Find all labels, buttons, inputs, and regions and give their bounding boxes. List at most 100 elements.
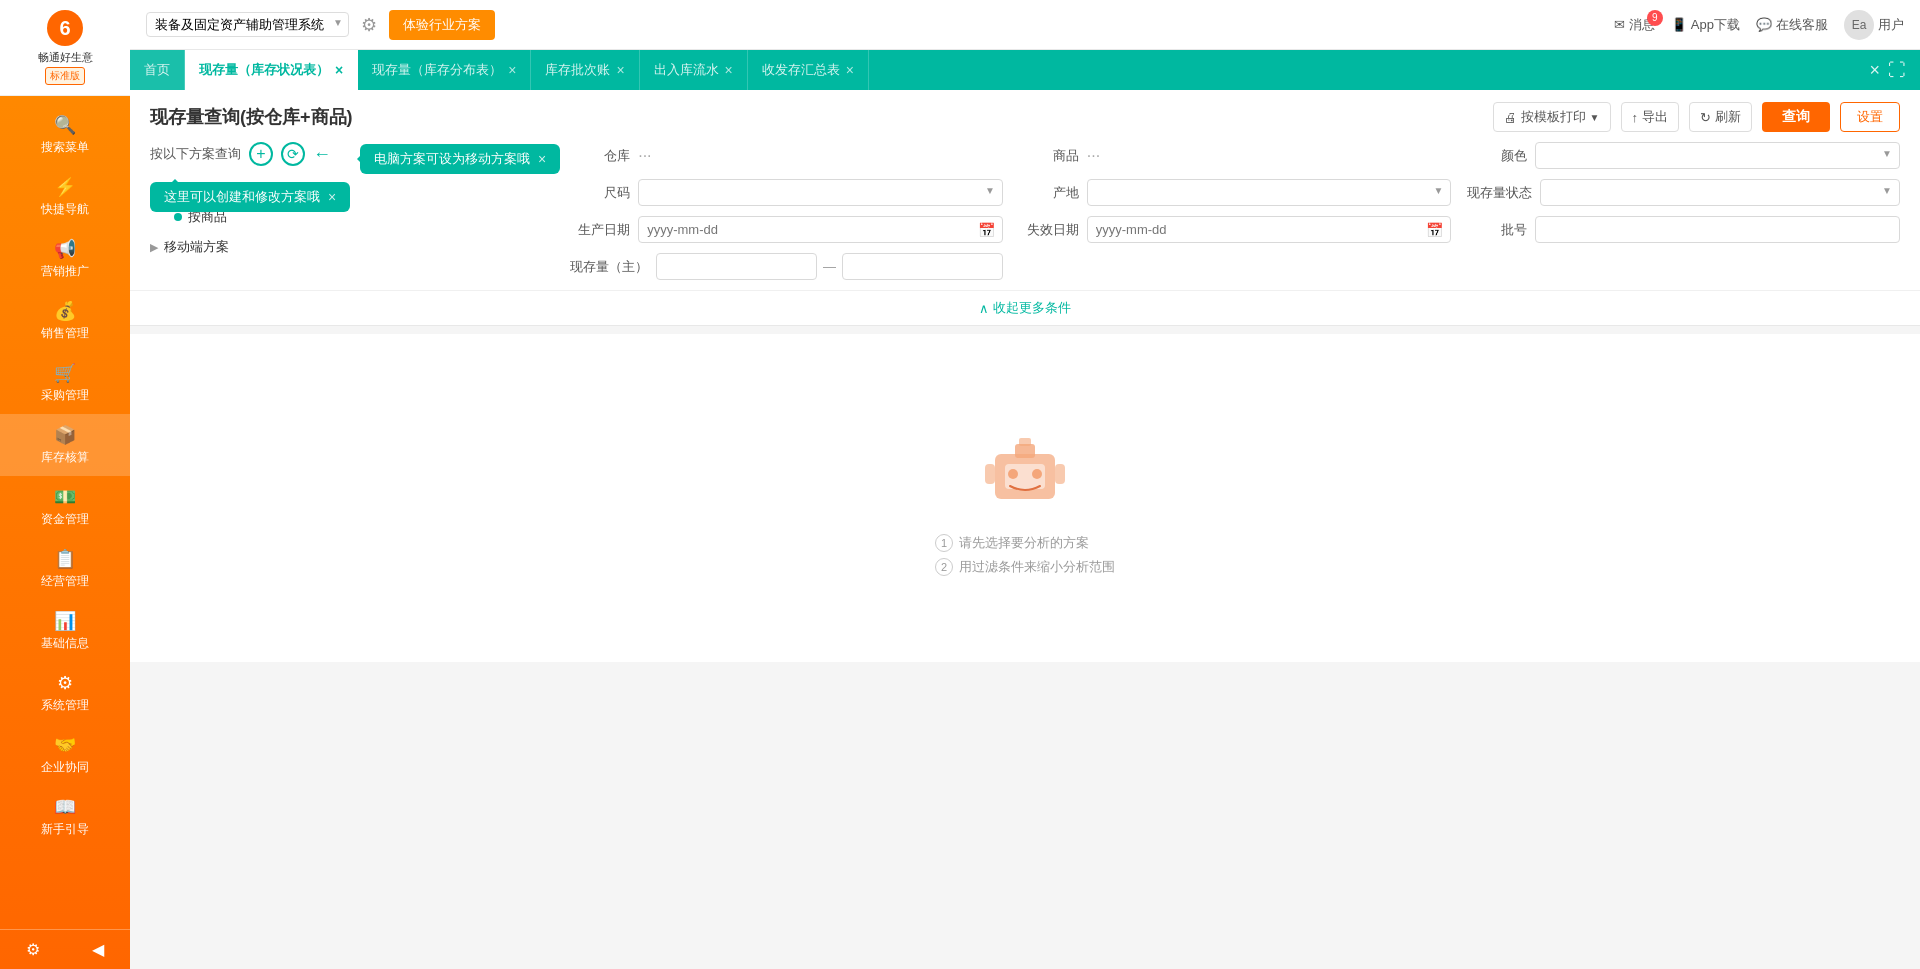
- main-area: 装备及固定资产辅助管理系统 ⚙ 体验行业方案 ✉ 消息 9 📱 App下载 💬 …: [130, 0, 1920, 969]
- sidebar-item-sales[interactable]: 💰 销售管理: [0, 290, 130, 352]
- scheme-mobile-arrow-icon: ▶: [150, 241, 158, 254]
- quick-nav-icon: ⚡: [54, 176, 76, 198]
- reset-button[interactable]: 设置: [1840, 102, 1900, 132]
- filter-expire-date-row: 失效日期 📅: [1019, 216, 1452, 243]
- tab-fullscreen-icon[interactable]: ⛶: [1884, 60, 1910, 81]
- print-icon: 🖨: [1504, 110, 1517, 125]
- collapse-sidebar-icon[interactable]: ◀: [92, 940, 104, 959]
- chevron-down-icon: ▼: [1590, 112, 1600, 123]
- tab-close-icon-4[interactable]: ×: [725, 63, 733, 77]
- tab-batch-account-label: 库存批次账: [545, 61, 610, 79]
- stock-range: —: [656, 253, 1003, 280]
- tab-close-icon-2[interactable]: ×: [508, 63, 516, 77]
- sidebar-bottom: ⚙ ◀: [0, 929, 130, 969]
- tooltip2-text: 这里可以创建和修改方案哦: [164, 188, 320, 206]
- add-scheme-button[interactable]: +: [249, 142, 273, 166]
- page-content: 现存量查询(按仓库+商品) 🖨 按模板打印 ▼ ↑ 导出 ↻ 刷新: [130, 90, 1920, 969]
- empty-step-1: 1 请先选择要分析的方案: [935, 534, 1115, 552]
- tab-recv-summary[interactable]: 收发存汇总表 ×: [748, 50, 869, 90]
- refresh-icon: ↻: [1700, 110, 1711, 125]
- tooltip-pc-scheme: 电脑方案可设为移动方案哦 ×: [360, 144, 560, 174]
- system-select[interactable]: 装备及固定资产辅助管理系统: [146, 12, 349, 37]
- message-button[interactable]: ✉ 消息 9: [1614, 16, 1655, 34]
- filter-batch-row: 批号: [1467, 216, 1900, 243]
- prod-date-input[interactable]: [638, 216, 1003, 243]
- origin-select-wrap: [1087, 179, 1452, 206]
- phone-icon: 📱: [1671, 17, 1687, 32]
- sidebar-label-sales: 销售管理: [41, 325, 89, 342]
- tooltip-scheme-create: 这里可以创建和修改方案哦 ×: [150, 182, 350, 212]
- tab-close-all-icon[interactable]: ×: [1865, 60, 1884, 81]
- sidebar-item-search-menu[interactable]: 🔍 搜索菜单: [0, 104, 130, 166]
- collapse-filter-row[interactable]: ∧ 收起更多条件: [130, 290, 1920, 325]
- empty-step-2: 2 用过滤条件来缩小分析范围: [935, 558, 1115, 576]
- back-icon[interactable]: ←: [313, 144, 331, 165]
- logo-icon: 6: [47, 10, 83, 46]
- tab-bar: 首页 现存量（库存状况表） × 现存量（库存分布表） × 库存批次账 × 出入库…: [130, 50, 1920, 90]
- sidebar-item-inventory[interactable]: 📦 库存核算: [0, 414, 130, 476]
- purchase-icon: 🛒: [54, 362, 76, 384]
- svg-rect-6: [985, 464, 995, 484]
- tab-close-icon-3[interactable]: ×: [616, 63, 624, 77]
- size-select[interactable]: [638, 179, 1003, 206]
- batch-label: 批号: [1467, 221, 1527, 239]
- sidebar-item-guide[interactable]: 📖 新手引导: [0, 786, 130, 848]
- stock-main-label: 现存量（主）: [570, 258, 648, 276]
- header-left: 装备及固定资产辅助管理系统 ⚙ 体验行业方案: [146, 10, 495, 40]
- template-print-button[interactable]: 🖨 按模板打印 ▼: [1493, 102, 1611, 132]
- system-icon: ⚙: [57, 672, 73, 694]
- export-icon: ↑: [1632, 110, 1639, 125]
- stock-status-label: 现存量状态: [1467, 184, 1532, 202]
- query-button[interactable]: 查询: [1762, 102, 1830, 132]
- industry-button[interactable]: 体验行业方案: [389, 10, 495, 40]
- filter-prod-date-row: 生产日期 📅: [570, 216, 1003, 243]
- tab-home[interactable]: 首页: [130, 50, 185, 90]
- color-select[interactable]: [1535, 142, 1900, 169]
- expire-date-label: 失效日期: [1019, 221, 1079, 239]
- app-download-button[interactable]: 📱 App下载: [1671, 16, 1740, 34]
- tab-close-icon[interactable]: ×: [335, 63, 343, 77]
- sidebar-item-ops[interactable]: 📋 经营管理: [0, 538, 130, 600]
- sidebar-item-system[interactable]: ⚙ 系统管理: [0, 662, 130, 724]
- tab-inventory-status[interactable]: 现存量（库存状况表） ×: [185, 50, 358, 90]
- sidebar-item-marketing[interactable]: 📢 营销推广: [0, 228, 130, 290]
- user-menu[interactable]: Ea 用户: [1844, 10, 1904, 40]
- sidebar-label-search: 搜索菜单: [41, 139, 89, 156]
- gear-icon[interactable]: ⚙: [361, 14, 377, 36]
- origin-select[interactable]: [1087, 179, 1452, 206]
- online-service-label: 在线客服: [1776, 16, 1828, 34]
- warehouse-dots[interactable]: ···: [638, 147, 651, 165]
- goods-dots[interactable]: ···: [1087, 147, 1100, 165]
- tab-in-out-flow[interactable]: 出入库流水 ×: [640, 50, 748, 90]
- tooltip2-close-icon[interactable]: ×: [328, 189, 336, 205]
- online-service-button[interactable]: 💬 在线客服: [1756, 16, 1828, 34]
- template-print-label: 按模板打印: [1521, 108, 1586, 126]
- sidebar-item-enterprise[interactable]: 🤝 企业协同: [0, 724, 130, 786]
- tab-close-icon-5[interactable]: ×: [846, 63, 854, 77]
- marketing-icon: 📢: [54, 238, 76, 260]
- stock-main-from-input[interactable]: [656, 253, 817, 280]
- stock-main-to-input[interactable]: [842, 253, 1003, 280]
- stock-status-select[interactable]: [1540, 179, 1900, 206]
- sidebar-label-purchase: 采购管理: [41, 387, 89, 404]
- guide-icon: 📖: [54, 796, 76, 818]
- sidebar-item-quick-nav[interactable]: ⚡ 快捷导航: [0, 166, 130, 228]
- sidebar-item-finance[interactable]: 💵 资金管理: [0, 476, 130, 538]
- tab-batch-account[interactable]: 库存批次账 ×: [531, 50, 639, 90]
- tooltip1-close-icon[interactable]: ×: [538, 151, 546, 167]
- batch-input[interactable]: [1535, 216, 1900, 243]
- expire-date-input[interactable]: [1087, 216, 1452, 243]
- empty-illustration: [975, 414, 1075, 514]
- settings-icon[interactable]: ⚙: [26, 940, 40, 959]
- export-button[interactable]: ↑ 导出: [1621, 102, 1680, 132]
- sync-scheme-button[interactable]: ⟳: [281, 142, 305, 166]
- ops-icon: 📋: [54, 548, 76, 570]
- filter-scheme-label: 按以下方案查询: [150, 145, 241, 163]
- sidebar-item-basic[interactable]: 📊 基础信息: [0, 600, 130, 662]
- filter-size-row: 尺码: [570, 179, 1003, 206]
- tab-bar-end: × ⛶: [1855, 60, 1920, 81]
- scheme-mobile-item[interactable]: ▶ 移动端方案: [150, 234, 350, 260]
- sidebar-item-purchase[interactable]: 🛒 采购管理: [0, 352, 130, 414]
- refresh-button[interactable]: ↻ 刷新: [1689, 102, 1752, 132]
- tab-inventory-dist[interactable]: 现存量（库存分布表） ×: [358, 50, 531, 90]
